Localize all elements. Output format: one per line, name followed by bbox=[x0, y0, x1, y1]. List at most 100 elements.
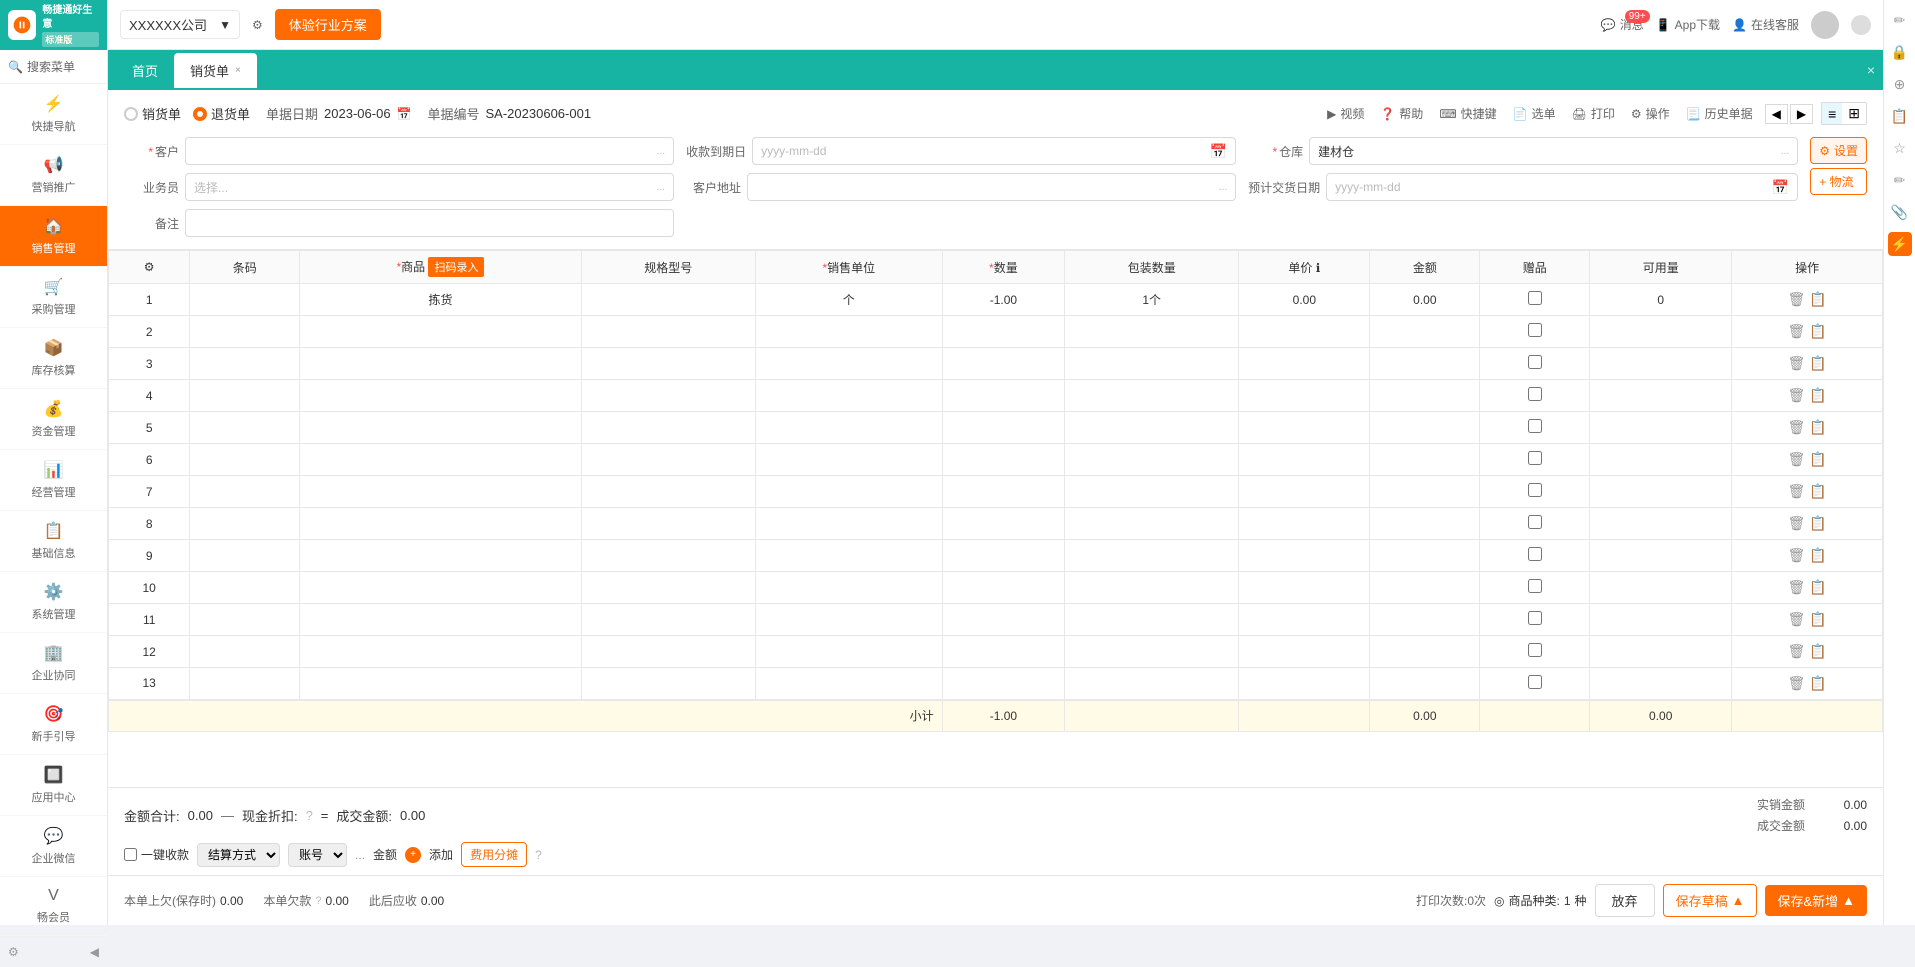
right-panel-copy[interactable]: 📋 bbox=[1888, 104, 1912, 128]
date-icon[interactable]: 📅 bbox=[1210, 143, 1227, 160]
settings-icon[interactable]: ⚙ bbox=[8, 945, 19, 959]
row-copy-btn[interactable]: 📋 bbox=[1809, 547, 1826, 564]
payment-account-select[interactable]: 账号 bbox=[288, 843, 347, 867]
sidebar-search[interactable]: 🔍 搜索菜单 bbox=[0, 50, 107, 84]
sidebar-item-enterprise[interactable]: 🏢 企业协同 bbox=[0, 633, 107, 694]
draft-dropdown-icon[interactable]: ▲ bbox=[1732, 893, 1745, 908]
logistics-btn[interactable]: + 物流 bbox=[1810, 168, 1867, 195]
right-panel-edit[interactable]: ✏ bbox=[1888, 8, 1912, 32]
row-delete-btn[interactable]: 🗑 bbox=[1788, 547, 1806, 564]
add-payment-btn[interactable]: + bbox=[405, 847, 421, 863]
warehouse-dots[interactable]: ... bbox=[1781, 146, 1789, 157]
addr-dots[interactable]: ... bbox=[1219, 182, 1227, 193]
history-next[interactable]: ▶ bbox=[1790, 104, 1813, 124]
row-delete-btn[interactable]: 🗑 bbox=[1788, 675, 1806, 692]
customer-dots[interactable]: ... bbox=[657, 146, 665, 157]
row-copy-btn[interactable]: 📋 bbox=[1809, 451, 1826, 468]
sidebar-item-finance[interactable]: 💰 资金管理 bbox=[0, 389, 107, 450]
warehouse-input[interactable]: 建材仓 ... bbox=[1309, 137, 1798, 165]
view-list-btn[interactable]: ≡ bbox=[1822, 103, 1842, 124]
row-copy-btn[interactable]: 📋 bbox=[1809, 355, 1826, 372]
sidebar-item-sales[interactable]: 🏠 销售管理 bbox=[0, 206, 107, 267]
select-order-btn[interactable]: 📄 选单 bbox=[1509, 103, 1560, 124]
scan-btn[interactable]: 扫码录入 bbox=[428, 257, 484, 277]
user-avatar[interactable] bbox=[1811, 11, 1839, 39]
right-panel-lock[interactable]: 🔒 bbox=[1888, 40, 1912, 64]
online-service-btn[interactable]: 👤 在线客服 bbox=[1732, 16, 1799, 33]
right-panel-star[interactable]: ☆ bbox=[1888, 136, 1912, 160]
sidebar-item-purchase[interactable]: 🛒 采购管理 bbox=[0, 267, 107, 328]
expense-help-icon[interactable]: ? bbox=[535, 848, 542, 862]
row-copy-btn[interactable]: 📋 bbox=[1809, 579, 1826, 596]
tab-close-icon[interactable]: × bbox=[235, 65, 241, 76]
operation-btn[interactable]: ⚙ 操作 bbox=[1627, 103, 1674, 124]
save-new-btn[interactable]: 保存&新增 ▲ bbox=[1765, 885, 1867, 916]
row-delete-btn[interactable]: 🗑 bbox=[1788, 451, 1806, 468]
row-copy-btn[interactable]: 📋 bbox=[1809, 387, 1826, 404]
right-panel-add[interactable]: ⊕ bbox=[1888, 72, 1912, 96]
video-btn[interactable]: ▶ 视频 bbox=[1323, 103, 1368, 124]
collapse-icon[interactable]: ◀ bbox=[90, 945, 99, 959]
due-date-input[interactable]: yyyy-mm-dd 📅 bbox=[752, 137, 1236, 165]
shortcut-btn[interactable]: ⌨ 快捷键 bbox=[1435, 103, 1500, 124]
tab-sales-order[interactable]: 销货单 × bbox=[174, 53, 257, 88]
row-delete-btn[interactable]: 🗑 bbox=[1788, 419, 1806, 436]
row-delete-btn[interactable]: 🗑 bbox=[1788, 291, 1806, 308]
customer-addr-input[interactable]: ... bbox=[747, 173, 1236, 201]
sidebar-item-inventory[interactable]: 📦 库存核算 bbox=[0, 328, 107, 389]
sidebar-item-shortcuts[interactable]: ⚡ 快捷导航 bbox=[0, 84, 107, 145]
row-copy-btn[interactable]: 📋 bbox=[1809, 483, 1826, 500]
one-click-checkbox[interactable] bbox=[124, 848, 137, 861]
row-delete-btn[interactable]: 🗑 bbox=[1788, 611, 1806, 628]
sidebar-item-marketing[interactable]: 📢 营销推广 bbox=[0, 145, 107, 206]
row-copy-btn[interactable]: 📋 bbox=[1809, 419, 1826, 436]
row-copy-btn[interactable]: 📋 bbox=[1809, 515, 1826, 532]
row-copy-btn[interactable]: 📋 bbox=[1809, 675, 1826, 692]
row-copy-btn[interactable]: 📋 bbox=[1809, 643, 1826, 660]
history-btn[interactable]: 📃 历史单据 bbox=[1682, 103, 1757, 124]
row-copy-btn[interactable]: 📋 bbox=[1809, 323, 1826, 340]
row-delete-btn[interactable]: 🗑 bbox=[1788, 515, 1806, 532]
customer-input[interactable]: ... bbox=[185, 137, 674, 165]
row-delete-btn[interactable]: 🗑 bbox=[1788, 579, 1806, 596]
col-settings[interactable]: ⚙ bbox=[109, 251, 190, 284]
right-panel-pen[interactable]: ✏ bbox=[1888, 168, 1912, 192]
expected-date-icon[interactable]: 📅 bbox=[1772, 179, 1789, 196]
calendar-icon[interactable]: 📅 bbox=[397, 107, 412, 121]
sidebar-item-apps[interactable]: 🔲 应用中心 bbox=[0, 755, 107, 816]
row-delete-btn[interactable]: 🗑 bbox=[1788, 387, 1806, 404]
help-btn[interactable]: ❓ 帮助 bbox=[1376, 103, 1427, 124]
sidebar-item-basic[interactable]: 📋 基础信息 bbox=[0, 511, 107, 572]
settings-btn[interactable]: ⚙ bbox=[248, 14, 267, 36]
history-prev[interactable]: ◀ bbox=[1765, 104, 1788, 124]
sidebar-item-wechat[interactable]: 💬 企业微信 bbox=[0, 816, 107, 877]
radio-sales[interactable]: 销货单 bbox=[124, 104, 181, 123]
row-delete-btn[interactable]: 🗑 bbox=[1788, 323, 1806, 340]
payment-method-select[interactable]: 结算方式 bbox=[197, 843, 280, 867]
discard-btn[interactable]: 放弃 bbox=[1595, 884, 1655, 917]
remark-input[interactable] bbox=[185, 209, 674, 237]
save-draft-btn[interactable]: 保存草稿 ▲ bbox=[1663, 884, 1758, 917]
sidebar-item-system[interactable]: ⚙️ 系统管理 bbox=[0, 572, 107, 633]
trial-button[interactable]: 体验行业方案 bbox=[275, 9, 381, 40]
one-click-payment[interactable]: 一键收款 bbox=[124, 846, 189, 863]
right-panel-orange[interactable]: ⚡ bbox=[1888, 232, 1912, 256]
view-grid-btn[interactable]: ⊞ bbox=[1842, 103, 1866, 124]
discount-help-icon[interactable]: ? bbox=[306, 808, 313, 823]
settings-form-btn[interactable]: ⚙ 设置 bbox=[1810, 137, 1867, 164]
sidebar-item-guide[interactable]: 🎯 新手引导 bbox=[0, 694, 107, 755]
user-avatar-2[interactable] bbox=[1851, 15, 1871, 35]
expected-date-input[interactable]: yyyy-mm-dd 📅 bbox=[1326, 173, 1798, 201]
print-btn[interactable]: 🖨 打印 bbox=[1568, 103, 1619, 124]
salesperson-dots[interactable]: ... bbox=[657, 182, 665, 193]
row-delete-btn[interactable]: 🗑 bbox=[1788, 355, 1806, 372]
sidebar-item-operation[interactable]: 📊 经营管理 bbox=[0, 450, 107, 511]
tab-bar-close[interactable]: × bbox=[1867, 62, 1875, 78]
tab-home[interactable]: 首页 bbox=[116, 53, 174, 88]
save-new-dropdown-icon[interactable]: ▲ bbox=[1842, 893, 1855, 908]
row-delete-btn[interactable]: 🗑 bbox=[1788, 643, 1806, 660]
company-select[interactable]: XXXXXX公司 ▼ bbox=[120, 10, 240, 39]
salesperson-input[interactable]: 选择... ... bbox=[185, 173, 674, 201]
row-copy-btn[interactable]: 📋 bbox=[1809, 291, 1826, 308]
expense-split-btn[interactable]: 费用分摊 bbox=[461, 842, 527, 867]
